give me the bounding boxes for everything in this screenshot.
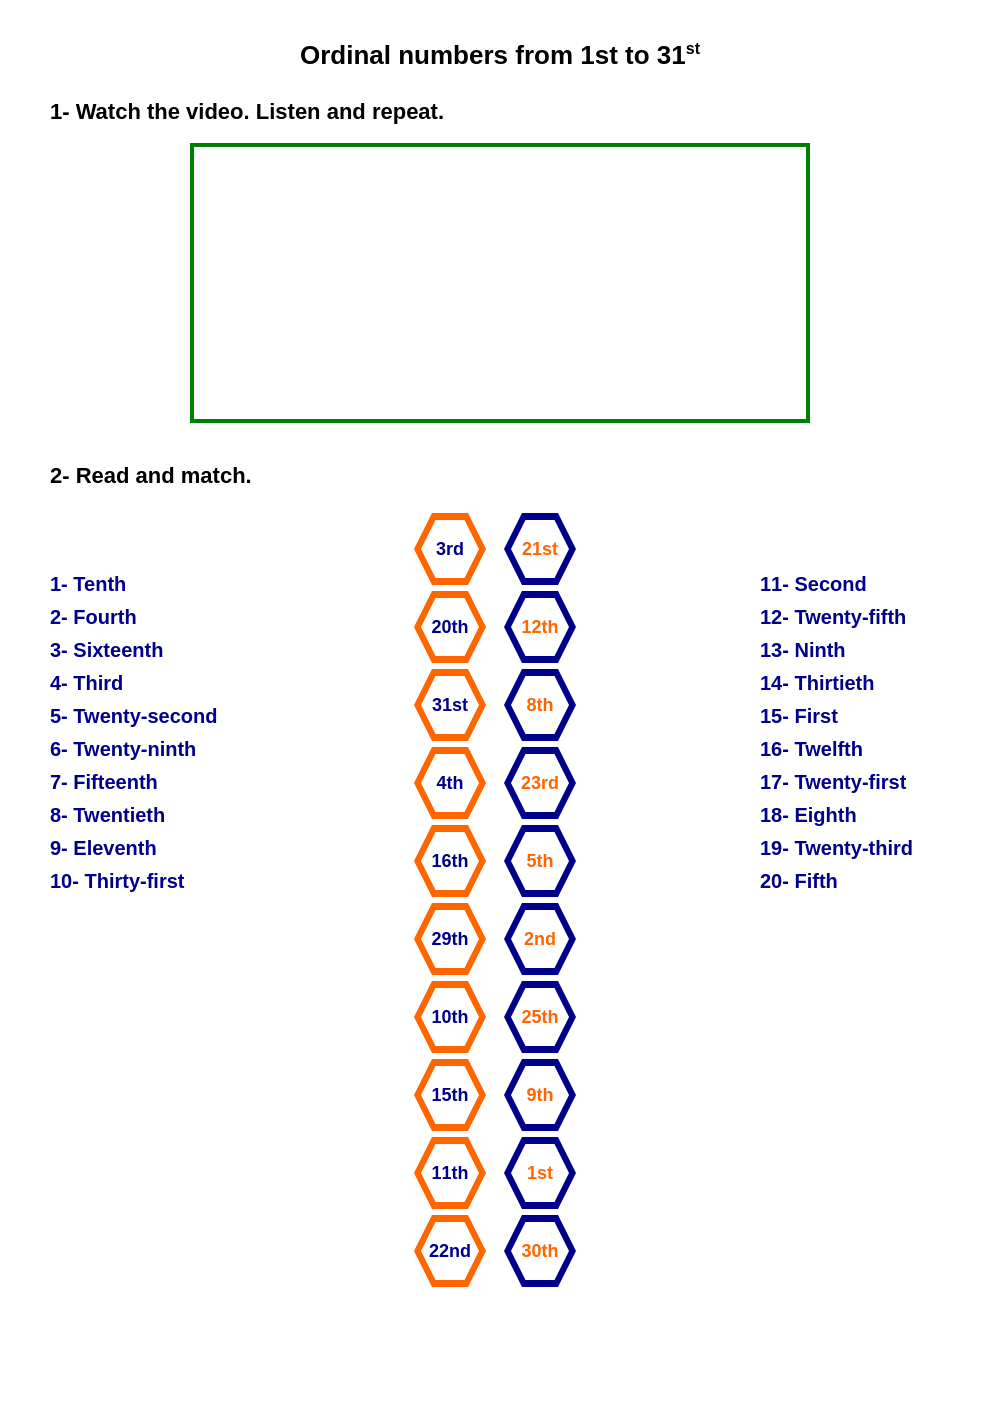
right-list-item-7: 17- Twenty-first: [760, 771, 950, 794]
left-list-item-9: 9- Eleventh: [50, 837, 230, 860]
left-list-item-4: 4- Third: [50, 672, 230, 695]
hex-right-label-6: 2nd: [511, 910, 569, 968]
hex-left-label-8: 15th: [421, 1066, 479, 1124]
hex-right-label-1: 21st: [511, 520, 569, 578]
right-list-item-10: 20- Fifth: [760, 870, 950, 893]
hex-left-label-7: 10th: [421, 988, 479, 1046]
hex-left-6: 29th: [414, 903, 486, 975]
hex-right-5: 5th: [504, 825, 576, 897]
hex-right-label-2: 12th: [511, 598, 569, 656]
hex-left-label-5: 16th: [421, 832, 479, 890]
hex-left-label-9: 11th: [421, 1144, 479, 1202]
left-list-item-5: 5- Twenty-second: [50, 705, 230, 728]
hex-right-3: 8th: [504, 669, 576, 741]
hex-right-2: 12th: [504, 591, 576, 663]
hex-right-label-3: 8th: [511, 676, 569, 734]
right-list-item-2: 12- Twenty-fifth: [760, 606, 950, 629]
hex-left-3: 31st: [414, 669, 486, 741]
hex-left-2: 20th: [414, 591, 486, 663]
hex-left-9: 11th: [414, 1137, 486, 1209]
hex-col-left: 3rd 20th 31st 4th 16th 29th 10th 15th 11th 22nd: [414, 513, 486, 1287]
hex-left-label-1: 3rd: [421, 520, 479, 578]
right-list-item-6: 16- Twelfth: [760, 738, 950, 761]
right-list-item-5: 15- First: [760, 705, 950, 728]
hex-left-8: 15th: [414, 1059, 486, 1131]
hex-right-4: 23rd: [504, 747, 576, 819]
hex-left-label-10: 22nd: [421, 1222, 479, 1280]
hex-right-label-9: 1st: [511, 1144, 569, 1202]
hex-right-label-7: 25th: [511, 988, 569, 1046]
hex-right-8: 9th: [504, 1059, 576, 1131]
hex-right-10: 30th: [504, 1215, 576, 1287]
hex-right-label-4: 23rd: [511, 754, 569, 812]
hex-left-label-6: 29th: [421, 910, 479, 968]
hex-left-label-2: 20th: [421, 598, 479, 656]
left-list-item-1: 1- Tenth: [50, 573, 230, 596]
hex-left-4: 4th: [414, 747, 486, 819]
left-list: 1- Tenth 2- Fourth 3- Sixteenth 4- Third 5- …: [50, 513, 230, 893]
right-list-item-9: 19- Twenty-third: [760, 837, 950, 860]
hex-col-right: 21st 12th 8th 23rd 5th 2nd 25th 9th 1st 30th: [504, 513, 576, 1287]
section1-heading: 1- Watch the video. Listen and repeat.: [50, 99, 950, 125]
right-list-item-1: 11- Second: [760, 573, 950, 596]
hex-left-7: 10th: [414, 981, 486, 1053]
left-list-item-6: 6- Twenty-ninth: [50, 738, 230, 761]
right-list-item-3: 13- Ninth: [760, 639, 950, 662]
left-list-item-10: 10- Thirty-first: [50, 870, 230, 893]
section2-heading: 2- Read and match.: [50, 463, 950, 489]
hex-right-7: 25th: [504, 981, 576, 1053]
match-area: 1- Tenth 2- Fourth 3- Sixteenth 4- Third 5- …: [50, 513, 950, 1287]
hex-right-1: 21st: [504, 513, 576, 585]
left-list-item-8: 8- Twentieth: [50, 804, 230, 827]
hex-right-6: 2nd: [504, 903, 576, 975]
hex-right-9: 1st: [504, 1137, 576, 1209]
hex-left-label-3: 31st: [421, 676, 479, 734]
hex-right-label-5: 5th: [511, 832, 569, 890]
center-hexagons: 3rd 20th 31st 4th 16th 29th 10th 15th 11th 22nd 2…: [414, 513, 576, 1287]
hex-left-10: 22nd: [414, 1215, 486, 1287]
left-list-item-7: 7- Fifteenth: [50, 771, 230, 794]
hex-left-label-4: 4th: [421, 754, 479, 812]
right-list: 11- Second 12- Twenty-fifth 13- Ninth 14- T…: [760, 513, 950, 893]
hex-left-5: 16th: [414, 825, 486, 897]
hex-right-label-8: 9th: [511, 1066, 569, 1124]
hex-left-1: 3rd: [414, 513, 486, 585]
right-list-item-4: 14- Thirtieth: [760, 672, 950, 695]
video-box: [190, 143, 810, 423]
hex-right-label-10: 30th: [511, 1222, 569, 1280]
left-list-item-2: 2- Fourth: [50, 606, 230, 629]
right-list-item-8: 18- Eighth: [760, 804, 950, 827]
left-list-item-3: 3- Sixteenth: [50, 639, 230, 662]
page-title: Ordinal numbers from 1st to 31st: [50, 40, 950, 71]
